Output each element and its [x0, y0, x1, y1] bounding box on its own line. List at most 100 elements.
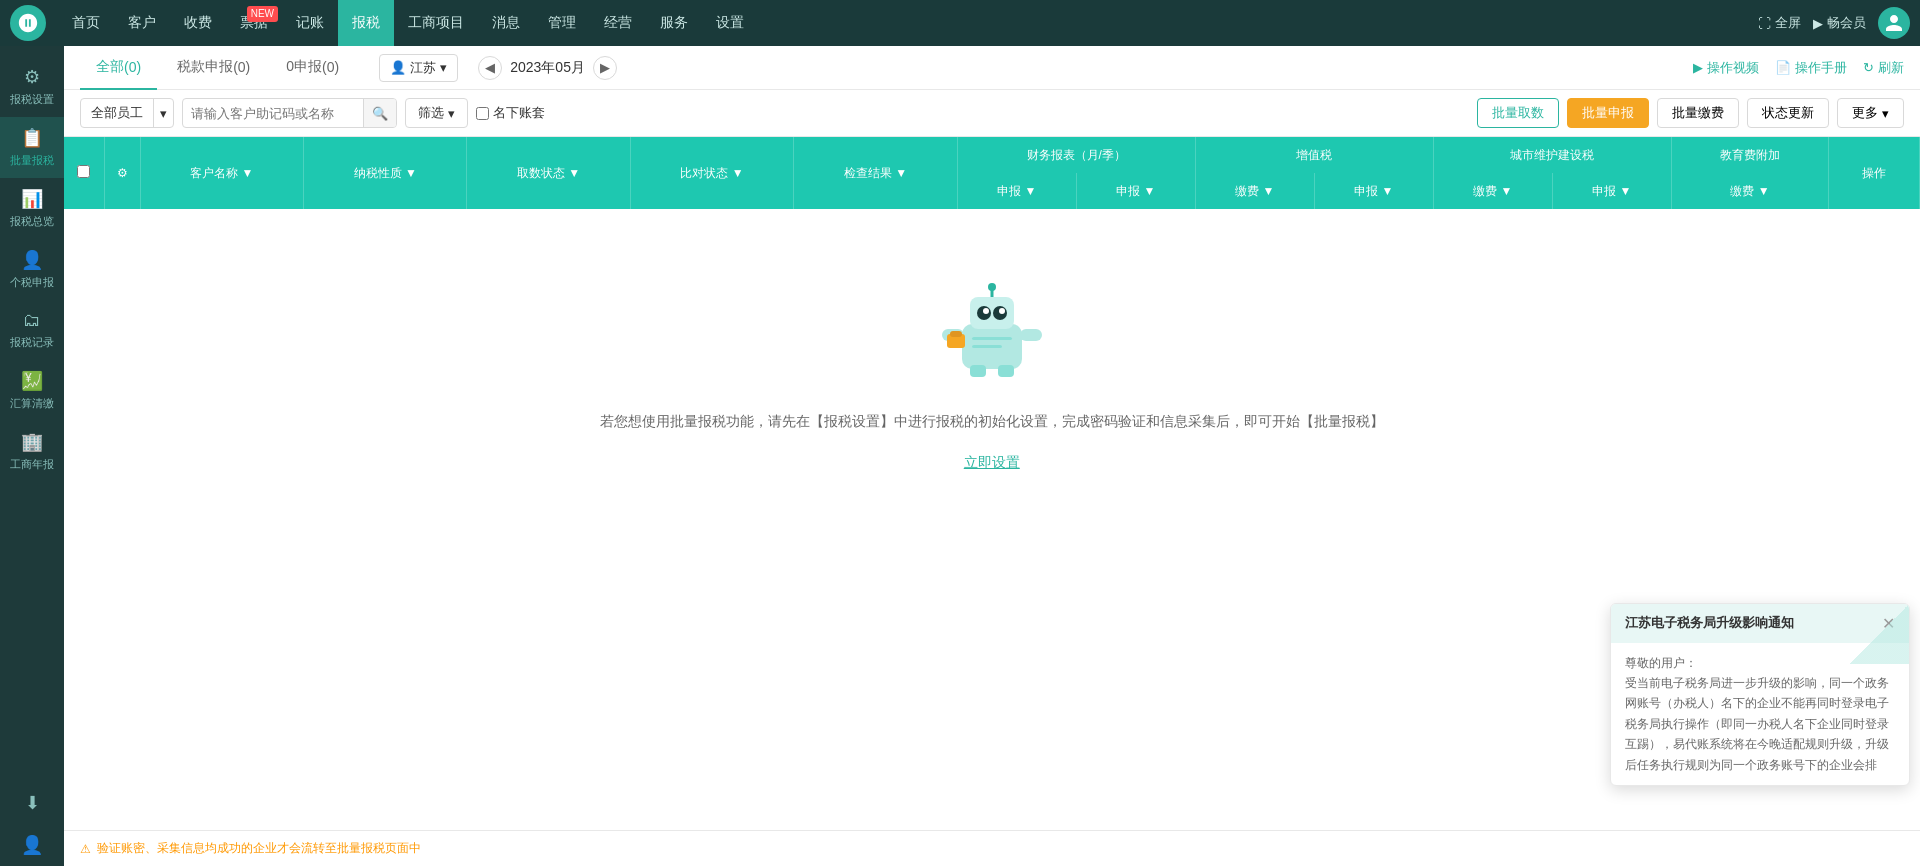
empty-state-cell: 若您想使用批量报税功能，请先在【报税设置】中进行报税的初始化设置，完成密码验证和…: [64, 209, 1920, 532]
sidebar-item-tax-settings[interactable]: ⚙ 报税设置: [0, 56, 64, 117]
status-update-button[interactable]: 状态更新: [1747, 98, 1829, 128]
header-checkbox-col: [64, 137, 104, 209]
tab-zero-declaration[interactable]: 0申报(0): [270, 46, 355, 90]
notification-title: 江苏电子税务局升级影响通知: [1625, 614, 1794, 632]
setup-link[interactable]: 立即设置: [964, 454, 1020, 472]
top-navigation: 首页 客户 收费 票据 NEW 记账 报税 工商项目 消息 管理 经营 服务 设…: [0, 0, 1920, 46]
logo[interactable]: [10, 5, 46, 41]
toolbar: 全部员工 ▾ 🔍 筛选 ▾ 名下账套 批量取数 批量申报 批量缴费 状态更新 更…: [64, 90, 1920, 137]
nav-accounting[interactable]: 记账: [282, 0, 338, 46]
sidebar-item-profile[interactable]: 👤: [0, 824, 64, 866]
account-checkbox[interactable]: [476, 107, 489, 120]
warning-icon: ⚠: [80, 842, 91, 856]
data-table: ⚙ 客户名称 ▼ 纳税性质 ▼ 取数状态 ▼ 比对状态 ▼ 检查结果 ▼ 财务报…: [64, 137, 1920, 532]
header-compare-status: 比对状态 ▼: [630, 137, 793, 209]
batch-fetch-button[interactable]: 批量取数: [1477, 98, 1559, 128]
personal-tax-icon: 👤: [21, 249, 43, 271]
settlement-icon: 💹: [21, 370, 43, 392]
sidebar-item-batch-tax[interactable]: 📋 批量报税: [0, 117, 64, 178]
profile-icon: 👤: [21, 834, 43, 856]
nav-manage[interactable]: 管理: [534, 0, 590, 46]
header-fetch-status: 取数状态 ▼: [467, 137, 630, 209]
account-checkbox-label[interactable]: 名下账套: [476, 104, 545, 122]
sidebar-item-settlement[interactable]: 💹 汇算清缴: [0, 360, 64, 421]
fullscreen-button[interactable]: ⛶ 全屏: [1758, 14, 1801, 32]
search-box: 🔍: [182, 98, 397, 128]
svg-rect-12: [972, 337, 1012, 340]
prev-month-button[interactable]: ◀: [478, 56, 502, 80]
more-button[interactable]: 更多 ▾: [1837, 98, 1904, 128]
header-financial-declare: 申报 ▼: [957, 173, 1076, 209]
batch-pay-button[interactable]: 批量缴费: [1657, 98, 1739, 128]
header-financial-report: 财务报表（月/季）: [957, 137, 1195, 173]
notification-content: 受当前电子税务局进一步升级的影响，同一个政务网账号（办税人）名下的企业不能再同时…: [1625, 673, 1895, 775]
vip-button[interactable]: ▶ 畅会员: [1813, 14, 1866, 32]
nav-invoice[interactable]: 票据 NEW: [226, 0, 282, 46]
province-selector[interactable]: 👤 江苏 ▾: [379, 54, 458, 82]
nav-message[interactable]: 消息: [478, 0, 534, 46]
sidebar-item-annual-report[interactable]: 🏢 工商年报: [0, 421, 64, 482]
batch-declare-button[interactable]: 批量申报: [1567, 98, 1649, 128]
sidebar-item-personal-tax[interactable]: 👤 个税申报: [0, 239, 64, 300]
robot-illustration: [932, 269, 1052, 389]
nav-menu: 首页 客户 收费 票据 NEW 记账 报税 工商项目 消息 管理 经营 服务 设…: [58, 0, 1758, 46]
nav-home[interactable]: 首页: [58, 0, 114, 46]
svg-rect-15: [998, 365, 1014, 377]
filter-button[interactable]: 筛选 ▾: [405, 98, 468, 128]
header-vat-pay: 缴费 ▼: [1195, 173, 1314, 209]
svg-point-4: [983, 308, 989, 314]
svg-rect-14: [970, 365, 986, 377]
header-education-surcharge: 教育费附加: [1671, 137, 1828, 173]
header-city-construction-tax: 城市维护建设税: [1433, 137, 1671, 173]
nav-client[interactable]: 客户: [114, 0, 170, 46]
notification-header: 江苏电子税务局升级影响通知 ✕: [1611, 604, 1909, 643]
tab-tax-declaration[interactable]: 税款申报(0): [161, 46, 266, 90]
svg-rect-13: [972, 345, 1002, 348]
tab-all[interactable]: 全部(0): [80, 46, 157, 90]
nav-business[interactable]: 工商项目: [394, 0, 478, 46]
nav-service[interactable]: 服务: [646, 0, 702, 46]
triangle-decoration: [1849, 604, 1909, 664]
user-avatar[interactable]: [1878, 7, 1910, 39]
header-settings-col: ⚙: [104, 137, 140, 209]
download-icon: ⬇: [25, 792, 40, 814]
new-badge: NEW: [247, 6, 278, 22]
status-text: 验证账密、采集信息均成功的企业才会流转至批量报税页面中: [97, 840, 421, 857]
tax-settings-icon: ⚙: [24, 66, 40, 88]
header-edu-pay: 缴费 ▼: [1671, 173, 1828, 209]
current-month: 2023年05月: [510, 59, 585, 77]
sidebar-item-tax-overview[interactable]: 📊 报税总览: [0, 178, 64, 239]
sidebar-item-download[interactable]: ⬇: [0, 782, 64, 824]
operation-manual-link[interactable]: 📄 操作手册: [1775, 59, 1847, 77]
sidebar-item-tax-record[interactable]: 🗂 报税记录: [0, 300, 64, 360]
header-vat-declare: 申报 ▼: [1076, 173, 1195, 209]
nav-fee[interactable]: 收费: [170, 0, 226, 46]
annual-report-icon: 🏢: [21, 431, 43, 453]
empty-state: 若您想使用批量报税功能，请先在【报税设置】中进行报税的初始化设置，完成密码验证和…: [64, 209, 1920, 532]
search-input[interactable]: [183, 106, 363, 121]
employee-select-arrow[interactable]: ▾: [153, 99, 173, 127]
header-client-name: 客户名称 ▼: [140, 137, 303, 209]
svg-rect-9: [1020, 329, 1042, 341]
tax-record-icon: 🗂: [23, 310, 41, 331]
tabs-bar: 全部(0) 税款申报(0) 0申报(0) 👤 江苏 ▾ ◀ 2023年05月 ▶…: [64, 46, 1920, 90]
left-sidebar: ⚙ 报税设置 📋 批量报税 📊 报税总览 👤 个税申报 🗂 报税记录 💹 汇算清…: [0, 46, 64, 866]
header-tax-type: 纳税性质 ▼: [303, 137, 466, 209]
svg-point-5: [999, 308, 1005, 314]
svg-rect-11: [950, 331, 962, 337]
refresh-button[interactable]: ↻ 刷新: [1863, 59, 1904, 77]
header-edu-declare: 申报 ▼: [1552, 173, 1671, 209]
next-month-button[interactable]: ▶: [593, 56, 617, 80]
header-operation: 操作: [1829, 137, 1920, 209]
svg-rect-1: [970, 297, 1014, 329]
select-all-checkbox[interactable]: [77, 165, 90, 178]
nav-operation[interactable]: 经营: [590, 0, 646, 46]
employee-select[interactable]: 全部员工 ▾: [80, 98, 174, 128]
header-city-declare: 申报 ▼: [1314, 173, 1433, 209]
search-button[interactable]: 🔍: [363, 99, 396, 127]
nav-tax[interactable]: 报税: [338, 0, 394, 46]
nav-right-actions: ⛶ 全屏 ▶ 畅会员: [1758, 7, 1910, 39]
header-vat: 增值税: [1195, 137, 1433, 173]
operation-video-link[interactable]: ▶ 操作视频: [1693, 59, 1759, 77]
nav-settings[interactable]: 设置: [702, 0, 758, 46]
